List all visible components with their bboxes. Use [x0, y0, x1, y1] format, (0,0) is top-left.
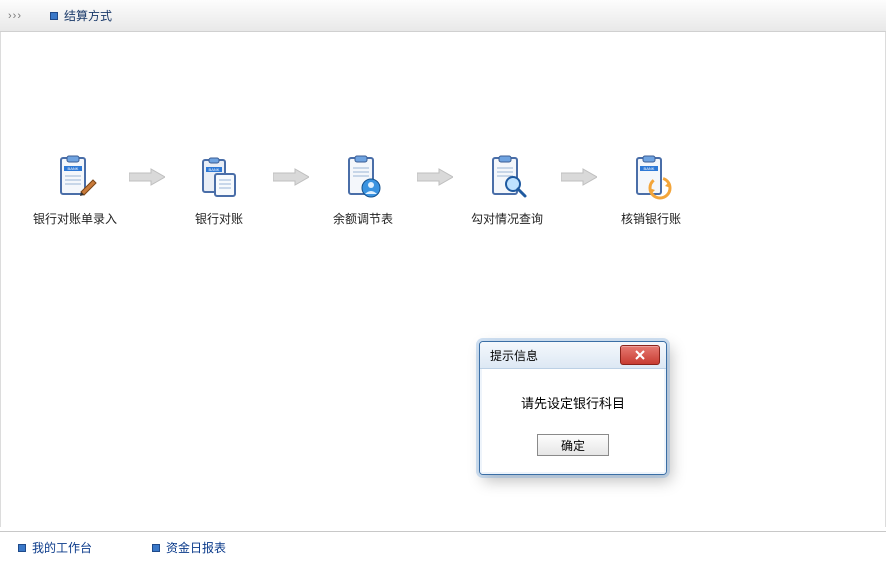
- svg-text:BANK: BANK: [68, 166, 79, 171]
- flow-arrow-icon: [273, 168, 309, 186]
- dialog-body: 请先设定银行科目 确定: [480, 369, 666, 474]
- workflow-row: BANK 银行对账单录入 B: [21, 154, 705, 227]
- clipboard-refresh-icon: BANK: [627, 154, 675, 202]
- bottom-link-daily-report[interactable]: 资金日报表: [152, 539, 226, 556]
- flow-item-bank-reconcile[interactable]: BANK 银行对账: [165, 154, 273, 227]
- flow-item-writeoff-bank[interactable]: BANK 核销银行账: [597, 154, 705, 227]
- clipboard-search-icon: [483, 154, 531, 202]
- flow-arrow-icon: [561, 168, 597, 186]
- breadcrumb[interactable]: 结算方式: [50, 7, 112, 24]
- flow-item-match-query[interactable]: 勾对情况查询: [453, 154, 561, 227]
- bottom-link-workbench[interactable]: 我的工作台: [18, 539, 92, 556]
- dialog-message: 请先设定银行科目: [492, 387, 654, 434]
- flow-item-label: 核销银行账: [621, 210, 681, 227]
- flow-item-balance-adjustment[interactable]: 余额调节表: [309, 154, 417, 227]
- workflow-canvas: BANK 银行对账单录入 B: [0, 32, 886, 527]
- clipboard-user-icon: [339, 154, 387, 202]
- dialog-ok-button[interactable]: 确定: [537, 434, 609, 456]
- bottom-link-label: 资金日报表: [166, 539, 226, 556]
- expand-chevrons[interactable]: ›››: [8, 10, 22, 22]
- bottom-link-label: 我的工作台: [32, 539, 92, 556]
- svg-text:BANK: BANK: [644, 166, 655, 171]
- close-icon: [633, 350, 647, 360]
- link-bullet-icon: [18, 544, 26, 552]
- flow-item-label: 勾对情况查询: [471, 210, 543, 227]
- clipboard-bank-pencil-icon: BANK: [51, 154, 99, 202]
- flow-arrow-icon: [129, 168, 165, 186]
- flow-item-label: 银行对账单录入: [33, 210, 117, 227]
- flow-item-label: 银行对账: [195, 210, 243, 227]
- dialog-title: 提示信息: [490, 347, 538, 364]
- breadcrumb-label: 结算方式: [64, 7, 112, 24]
- link-bullet-icon: [152, 544, 160, 552]
- flow-item-bank-statement-entry[interactable]: BANK 银行对账单录入: [21, 154, 129, 227]
- breadcrumb-bullet-icon: [50, 12, 58, 20]
- bottom-link-bar: 我的工作台 资金日报表: [0, 531, 886, 563]
- dialog-titlebar[interactable]: 提示信息: [480, 342, 666, 369]
- svg-text:BANK: BANK: [209, 167, 220, 172]
- top-breadcrumb-bar: ››› 结算方式: [0, 0, 886, 32]
- alert-dialog: 提示信息 请先设定银行科目 确定: [479, 341, 667, 475]
- dialog-close-button[interactable]: [620, 345, 660, 365]
- flow-arrow-icon: [417, 168, 453, 186]
- clipboard-bank-stack-icon: BANK: [195, 154, 243, 202]
- flow-item-label: 余额调节表: [333, 210, 393, 227]
